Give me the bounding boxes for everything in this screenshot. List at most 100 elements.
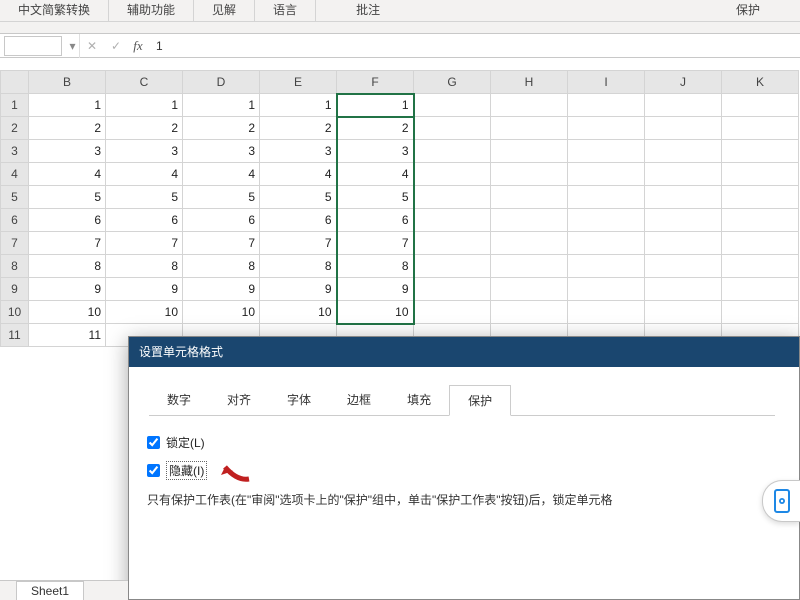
ribbon-tab-language[interactable]: 语言 [255, 0, 316, 21]
cell-J5[interactable] [645, 186, 722, 209]
row-header-11[interactable]: 11 [1, 324, 29, 347]
cell-I3[interactable] [568, 140, 645, 163]
cell-H1[interactable] [491, 94, 568, 117]
cell-G2[interactable] [414, 117, 491, 140]
cell-I6[interactable] [568, 209, 645, 232]
cell-D7[interactable]: 7 [183, 232, 260, 255]
cell-E6[interactable]: 6 [260, 209, 337, 232]
cell-B8[interactable]: 8 [29, 255, 106, 278]
cell-G1[interactable] [414, 94, 491, 117]
cell-K6[interactable] [722, 209, 799, 232]
cell-E9[interactable]: 9 [260, 278, 337, 301]
cell-B9[interactable]: 9 [29, 278, 106, 301]
cell-F9[interactable]: 9 [337, 278, 414, 301]
cell-C8[interactable]: 8 [106, 255, 183, 278]
ribbon-tab-accessibility[interactable]: 辅助功能 [109, 0, 194, 21]
cell-E4[interactable]: 4 [260, 163, 337, 186]
cell-F10[interactable]: 10 [337, 301, 414, 324]
cell-J2[interactable] [645, 117, 722, 140]
cell-D2[interactable]: 2 [183, 117, 260, 140]
cell-I4[interactable] [568, 163, 645, 186]
col-header-J[interactable]: J [645, 71, 722, 94]
cell-J3[interactable] [645, 140, 722, 163]
cell-G7[interactable] [414, 232, 491, 255]
cell-E2[interactable]: 2 [260, 117, 337, 140]
cell-K8[interactable] [722, 255, 799, 278]
hidden-checkbox[interactable] [147, 464, 160, 477]
cell-D1[interactable]: 1 [183, 94, 260, 117]
cell-K9[interactable] [722, 278, 799, 301]
cell-K1[interactable] [722, 94, 799, 117]
row-header-10[interactable]: 10 [1, 301, 29, 324]
row-header-5[interactable]: 5 [1, 186, 29, 209]
cell-B2[interactable]: 2 [29, 117, 106, 140]
cell-I8[interactable] [568, 255, 645, 278]
name-box[interactable] [4, 36, 62, 56]
cell-I10[interactable] [568, 301, 645, 324]
cell-I7[interactable] [568, 232, 645, 255]
col-header-B[interactable]: B [29, 71, 106, 94]
cell-C7[interactable]: 7 [106, 232, 183, 255]
cell-B3[interactable]: 3 [29, 140, 106, 163]
cell-K5[interactable] [722, 186, 799, 209]
cell-J9[interactable] [645, 278, 722, 301]
cell-H2[interactable] [491, 117, 568, 140]
cell-D3[interactable]: 3 [183, 140, 260, 163]
ribbon-tab-comments[interactable]: 批注 [316, 0, 420, 21]
cell-G9[interactable] [414, 278, 491, 301]
cell-H3[interactable] [491, 140, 568, 163]
cell-H7[interactable] [491, 232, 568, 255]
spreadsheet-grid[interactable]: BCDEFGHIJK 11111122222233333344444455555… [0, 70, 800, 347]
cell-B5[interactable]: 5 [29, 186, 106, 209]
cell-K4[interactable] [722, 163, 799, 186]
cell-C3[interactable]: 3 [106, 140, 183, 163]
cell-H5[interactable] [491, 186, 568, 209]
col-header-F[interactable]: F [337, 71, 414, 94]
col-header-H[interactable]: H [491, 71, 568, 94]
cell-G8[interactable] [414, 255, 491, 278]
select-all-corner[interactable] [1, 71, 29, 94]
cell-C5[interactable]: 5 [106, 186, 183, 209]
col-header-C[interactable]: C [106, 71, 183, 94]
side-phone-icon[interactable] [762, 480, 800, 522]
cell-G10[interactable] [414, 301, 491, 324]
cell-C1[interactable]: 1 [106, 94, 183, 117]
row-header-3[interactable]: 3 [1, 140, 29, 163]
accept-formula-icon[interactable]: ✓ [104, 34, 128, 58]
tab-number[interactable]: 数字 [149, 385, 209, 415]
tab-protection[interactable]: 保护 [449, 385, 511, 416]
cell-B4[interactable]: 4 [29, 163, 106, 186]
cell-E3[interactable]: 3 [260, 140, 337, 163]
ribbon-tab-insights[interactable]: 见解 [194, 0, 255, 21]
cell-J7[interactable] [645, 232, 722, 255]
cell-I9[interactable] [568, 278, 645, 301]
cell-C4[interactable]: 4 [106, 163, 183, 186]
cell-C6[interactable]: 6 [106, 209, 183, 232]
cell-E5[interactable]: 5 [260, 186, 337, 209]
formula-input[interactable]: 1 [148, 34, 800, 58]
cell-K7[interactable] [722, 232, 799, 255]
locked-checkbox-row[interactable]: 锁定(L) [147, 434, 785, 451]
cell-H10[interactable] [491, 301, 568, 324]
cell-F8[interactable]: 8 [337, 255, 414, 278]
row-header-2[interactable]: 2 [1, 117, 29, 140]
cell-B10[interactable]: 10 [29, 301, 106, 324]
cell-E8[interactable]: 8 [260, 255, 337, 278]
cell-D5[interactable]: 5 [183, 186, 260, 209]
cell-G4[interactable] [414, 163, 491, 186]
cell-J6[interactable] [645, 209, 722, 232]
cell-K10[interactable] [722, 301, 799, 324]
cell-D10[interactable]: 10 [183, 301, 260, 324]
cell-D6[interactable]: 6 [183, 209, 260, 232]
tab-border[interactable]: 边框 [329, 385, 389, 415]
cell-K2[interactable] [722, 117, 799, 140]
col-header-D[interactable]: D [183, 71, 260, 94]
cancel-formula-icon[interactable]: ✕ [80, 34, 104, 58]
tab-alignment[interactable]: 对齐 [209, 385, 269, 415]
tab-fill[interactable]: 填充 [389, 385, 449, 415]
cell-F1[interactable]: 1 [337, 94, 414, 117]
ribbon-tab-cnconv[interactable]: 中文简繁转换 [0, 0, 109, 21]
col-header-K[interactable]: K [722, 71, 799, 94]
cell-H8[interactable] [491, 255, 568, 278]
tab-font[interactable]: 字体 [269, 385, 329, 415]
